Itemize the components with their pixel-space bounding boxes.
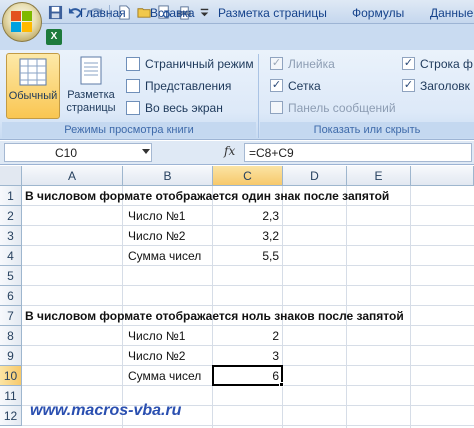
row-header-2[interactable]: 2: [0, 206, 22, 226]
gridline: [22, 425, 474, 426]
gridlines-check-icon: ✓: [270, 79, 283, 92]
row-header-7[interactable]: 7: [0, 306, 22, 326]
row-header-12[interactable]: 12: [0, 406, 22, 426]
column-header-e[interactable]: E: [347, 166, 411, 186]
name-box[interactable]: C10: [4, 143, 152, 162]
cell-c4[interactable]: 5,5: [213, 246, 282, 266]
cell-b2[interactable]: Число №1: [128, 206, 185, 226]
page-break-preview-button[interactable]: Страничный режим: [126, 54, 254, 73]
row-header-1[interactable]: 1: [0, 186, 22, 206]
column-header-d[interactable]: D: [283, 166, 347, 186]
cell-c2[interactable]: 2,3: [213, 206, 282, 226]
cell-b3[interactable]: Число №2: [128, 226, 185, 246]
cell-a7[interactable]: В числовом формате отображается ноль зна…: [25, 306, 404, 326]
row-header-10[interactable]: 10: [0, 366, 22, 386]
insert-function-icon[interactable]: fx: [224, 144, 235, 158]
message-bar-check-icon: [270, 101, 283, 114]
ruler-checkbox[interactable]: ✓ Линейка: [270, 54, 335, 73]
custom-views-button[interactable]: Представления: [126, 76, 231, 95]
normal-view-button[interactable]: Обычный: [6, 53, 60, 119]
watermark: www.macros-vba.ru: [30, 402, 182, 419]
row-header-8[interactable]: 8: [0, 326, 22, 346]
formula-bar-checkbox[interactable]: ✓ Строка ф: [402, 54, 473, 73]
formula-bar: C10 fx =C8+C9: [0, 141, 474, 165]
tab-insert[interactable]: Вставка: [150, 6, 195, 20]
headings-check-icon: ✓: [402, 79, 415, 92]
row-header-6[interactable]: 6: [0, 286, 22, 306]
row-header-9[interactable]: 9: [0, 346, 22, 366]
page-layout-view-button[interactable]: Разметка страницы: [64, 53, 118, 119]
cell-c9[interactable]: 3: [213, 346, 282, 366]
custom-views-icon: [126, 78, 140, 93]
customize-arrow-icon[interactable]: [195, 3, 213, 21]
ribbon: Обычный Разметка страницы Страничный реж…: [0, 50, 474, 140]
full-screen-button[interactable]: Во весь экран: [126, 98, 223, 117]
excel-icon: X: [46, 29, 62, 45]
page-layout-label-line1: Разметка: [67, 89, 115, 101]
group-separator: [258, 54, 259, 138]
office-button[interactable]: [2, 2, 42, 42]
full-screen-label: Во весь экран: [145, 100, 223, 115]
formula-bar-check-icon: ✓: [402, 57, 415, 70]
custom-views-label: Представления: [145, 78, 232, 93]
message-bar-label: Панель сообщений: [288, 100, 396, 115]
column-header-b[interactable]: B: [123, 166, 213, 186]
row-header-5[interactable]: 5: [0, 266, 22, 286]
name-box-dropdown-icon[interactable]: [142, 149, 150, 154]
select-all-corner[interactable]: [0, 166, 22, 186]
tab-home[interactable]: Главная: [80, 6, 126, 20]
page-layout-icon: [80, 56, 102, 85]
tab-formulas[interactable]: Формулы: [352, 6, 404, 20]
formula-bar-label: Строка ф: [420, 56, 473, 71]
formula-input[interactable]: =C8+C9: [244, 143, 472, 162]
page-layout-label-line2: страницы: [66, 102, 116, 114]
column-header-blank[interactable]: [411, 166, 474, 186]
cell-c8[interactable]: 2: [213, 326, 282, 346]
row-header-11[interactable]: 11: [0, 386, 22, 406]
cell-b10[interactable]: Сумма чисел: [128, 366, 201, 386]
cell-b4[interactable]: Сумма чисел: [128, 246, 201, 266]
fill-handle[interactable]: [279, 382, 284, 387]
cell-b9[interactable]: Число №2: [128, 346, 185, 366]
cell-c3[interactable]: 3,2: [213, 226, 282, 246]
page-break-label: Страничный режим: [145, 56, 254, 71]
office-logo-icon: [11, 11, 33, 33]
headings-label: Заголовк: [420, 78, 470, 93]
cell-a1[interactable]: В числовом формате отображается один зна…: [25, 186, 389, 206]
active-cell-border: [212, 365, 283, 386]
normal-view-label: Обычный: [8, 90, 58, 102]
message-bar-checkbox[interactable]: Панель сообщений: [270, 98, 396, 117]
views-group-caption: Режимы просмотра книги: [2, 122, 256, 138]
tab-page-layout[interactable]: Разметка страницы: [218, 6, 327, 20]
gridline: [22, 285, 474, 286]
page-break-icon: [126, 56, 140, 71]
headings-checkbox[interactable]: ✓ Заголовк: [402, 76, 470, 95]
gridline: [410, 186, 411, 428]
column-header-c[interactable]: C: [213, 166, 283, 186]
row-header-3[interactable]: 3: [0, 226, 22, 246]
full-screen-icon: [126, 100, 140, 115]
gridlines-label: Сетка: [288, 78, 321, 93]
tab-data[interactable]: Данные: [430, 6, 473, 20]
column-header-a[interactable]: A: [22, 166, 123, 186]
ribbon-tab-bar: [0, 24, 474, 50]
cell-b8[interactable]: Число №1: [128, 326, 185, 346]
ruler-label: Линейка: [288, 56, 335, 71]
gridlines-checkbox[interactable]: ✓ Сетка: [270, 76, 321, 95]
show-group-caption: Показать или скрыть: [260, 122, 474, 138]
row-header-4[interactable]: 4: [0, 246, 22, 266]
normal-view-icon: [19, 58, 47, 86]
save-icon[interactable]: [46, 3, 64, 21]
worksheet-grid[interactable]: A B C D E 1 2 3 4 5 6 7 8 9 10 11 12 В ч…: [0, 166, 474, 428]
ruler-check-icon: ✓: [270, 57, 283, 70]
